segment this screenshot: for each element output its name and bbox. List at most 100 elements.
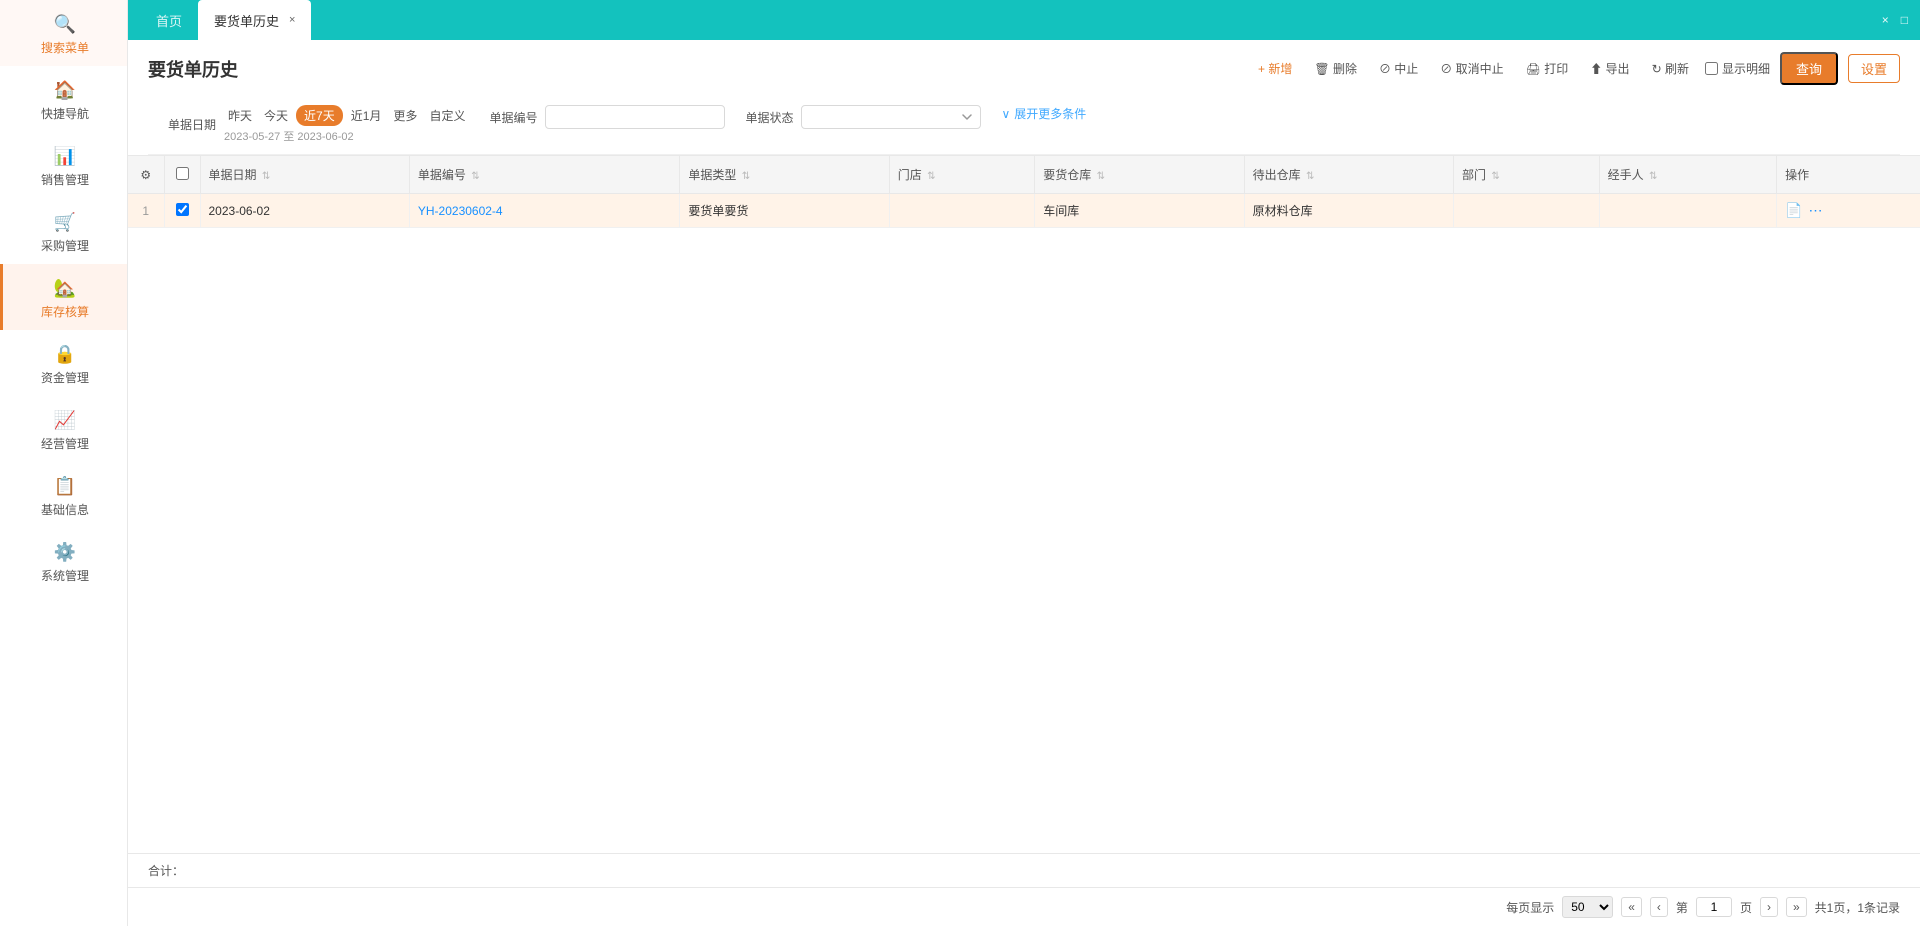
action-view-0[interactable]: 📄 <box>1785 202 1802 219</box>
th-bill-type: 单据类型 ⇅ <box>680 156 889 194</box>
page-header: 要货单历史 + 新增 🗑 删除 ⊘ 中止 ⊘ 取消中止 🖨 打印 ⬆ 导出 ↻ … <box>128 40 1920 156</box>
show-detail-label: 显示明细 <box>1722 60 1770 77</box>
bill-no-link-0[interactable]: YH-20230602-4 <box>418 204 503 218</box>
sidebar-icon-operation: 📈 <box>54 410 76 431</box>
first-page-btn[interactable]: « <box>1621 897 1642 917</box>
td-req-warehouse-0: 车间库 <box>1035 194 1244 228</box>
td-bill-no-0: YH-20230602-4 <box>409 194 679 228</box>
sidebar-icon-sales: 📊 <box>54 146 76 167</box>
sidebar-label-sales: 销售管理 <box>41 171 89 188</box>
data-table: ⚙ 单据日期 ⇅ 单据编号 ⇅ 单据类型 ⇅ <box>128 156 1920 228</box>
table-body: 1 2023-06-02 YH-20230602-4 要货单要货 车间库 原材料… <box>128 194 1920 228</box>
bill-no-input[interactable] <box>545 105 725 129</box>
table-container: ⚙ 单据日期 ⇅ 单据编号 ⇅ 单据类型 ⇅ <box>128 156 1920 853</box>
sidebar-item-quick-nav[interactable]: 🏠 快捷导航 <box>0 66 127 132</box>
table-row: 1 2023-06-02 YH-20230602-4 要货单要货 车间库 原材料… <box>128 194 1920 228</box>
cancel-stop-button[interactable]: ⊘ 取消中止 <box>1434 56 1509 81</box>
delete-button[interactable]: 🗑 删除 <box>1308 56 1363 81</box>
show-detail-checkbox-label[interactable]: 显示明细 <box>1705 60 1770 77</box>
row-checkbox-0[interactable] <box>176 203 189 216</box>
export-button[interactable]: ⬆ 导出 <box>1584 56 1635 81</box>
date-btn-more[interactable]: 更多 <box>389 105 421 126</box>
status-select[interactable] <box>801 105 981 129</box>
th-settings: ⚙ <box>128 156 164 194</box>
refresh-button[interactable]: ↻ 刷新 <box>1646 56 1695 81</box>
th-department: 部门 ⇅ <box>1454 156 1600 194</box>
page-size-select[interactable]: 102050100 <box>1562 896 1613 918</box>
sidebar-item-sales[interactable]: 📊 销售管理 <box>0 132 127 198</box>
td-bill-type-0: 要货单要货 <box>680 194 889 228</box>
sort-icon-pending-warehouse: ⇅ <box>1306 171 1314 182</box>
print-button[interactable]: 🖨 打印 <box>1520 56 1575 81</box>
th-handler-label: 经手人 <box>1608 168 1644 182</box>
page-suffix: 页 <box>1740 899 1752 916</box>
td-handler-0 <box>1599 194 1776 228</box>
date-btn-last7days[interactable]: 近7天 <box>296 105 343 126</box>
sidebar: 🔍 搜索菜单 🏠 快捷导航 📊 销售管理 🛒 采购管理 🏡 库存核算 🔒 资金管… <box>0 0 128 926</box>
th-bill-date-label: 单据日期 <box>209 168 257 182</box>
select-all-checkbox[interactable] <box>176 167 189 180</box>
sidebar-item-purchase[interactable]: 🛒 采购管理 <box>0 198 127 264</box>
sidebar-label-finance: 资金管理 <box>41 369 89 386</box>
th-store-label: 门店 <box>898 168 922 182</box>
content-area: 要货单历史 + 新增 🗑 删除 ⊘ 中止 ⊘ 取消中止 🖨 打印 ⬆ 导出 ↻ … <box>128 40 1920 926</box>
date-btn-today[interactable]: 今天 <box>260 105 292 126</box>
tab-requisition-history[interactable]: 要货单历史× <box>198 0 311 40</box>
tab-label-home: 首页 <box>156 11 182 30</box>
sidebar-label-inventory: 库存核算 <box>41 303 89 320</box>
stop-button[interactable]: ⊘ 中止 <box>1373 56 1424 81</box>
last-page-btn[interactable]: » <box>1786 897 1807 917</box>
sort-icon-req-warehouse: ⇅ <box>1097 171 1105 182</box>
sidebar-label-system: 系统管理 <box>41 567 89 584</box>
show-detail-checkbox[interactable] <box>1705 62 1718 75</box>
summary-label: 合计： <box>148 862 184 879</box>
settings-button[interactable]: 设置 <box>1848 54 1900 83</box>
query-button[interactable]: 查询 <box>1780 52 1838 85</box>
sidebar-item-finance[interactable]: 🔒 资金管理 <box>0 330 127 396</box>
sidebar-label-search-menu: 搜索菜单 <box>41 39 89 56</box>
sort-icon-handler: ⇅ <box>1649 171 1657 182</box>
sidebar-item-system[interactable]: ⚙️ 系统管理 <box>0 528 127 594</box>
expand-btn[interactable]: ∨ 展开更多条件 <box>1001 105 1086 122</box>
date-range-text: 2023-05-27 至 2023-06-02 <box>224 128 469 144</box>
th-req-warehouse-label: 要货仓库 <box>1043 168 1091 182</box>
th-pending-warehouse: 待出仓库 ⇅ <box>1244 156 1453 194</box>
sidebar-label-basic: 基础信息 <box>41 501 89 518</box>
th-req-warehouse: 要货仓库 ⇅ <box>1035 156 1244 194</box>
th-handler: 经手人 ⇅ <box>1599 156 1776 194</box>
prev-page-btn[interactable]: ‹ <box>1650 897 1668 917</box>
main-content: 首页要货单历史× × □ 要货单历史 + 新增 🗑 删除 ⊘ 中止 ⊘ 取消中止… <box>128 0 1920 926</box>
td-department-0 <box>1454 194 1600 228</box>
sidebar-item-operation[interactable]: 📈 经营管理 <box>0 396 127 462</box>
th-pending-warehouse-label: 待出仓库 <box>1253 168 1301 182</box>
topbar: 首页要货单历史× × □ <box>128 0 1920 40</box>
tab-close-requisition-history[interactable]: × <box>289 14 295 26</box>
next-page-btn[interactable]: › <box>1760 897 1778 917</box>
sort-icon-bill-date: ⇅ <box>262 171 270 182</box>
tab-home[interactable]: 首页 <box>140 0 198 40</box>
date-filter-group: 单据日期 昨天今天近7天近1月更多自定义 2023-05-27 至 2023-0… <box>168 105 469 144</box>
date-btn-custom[interactable]: 自定义 <box>425 105 469 126</box>
th-bill-date: 单据日期 ⇅ <box>200 156 409 194</box>
filter-row: 单据日期 昨天今天近7天近1月更多自定义 2023-05-27 至 2023-0… <box>148 95 1900 155</box>
window-close-btn[interactable]: × <box>1882 13 1889 27</box>
sidebar-label-purchase: 采购管理 <box>41 237 89 254</box>
th-bill-no: 单据编号 ⇅ <box>409 156 679 194</box>
sidebar-item-inventory[interactable]: 🏡 库存核算 <box>0 264 127 330</box>
date-btn-yesterday[interactable]: 昨天 <box>224 105 256 126</box>
sidebar-item-search-menu[interactable]: 🔍 搜索菜单 <box>0 0 127 66</box>
table-header-row: ⚙ 单据日期 ⇅ 单据编号 ⇅ 单据类型 ⇅ <box>128 156 1920 194</box>
sort-icon-store: ⇅ <box>927 171 935 182</box>
window-maximize-btn[interactable]: □ <box>1901 13 1908 27</box>
new-button[interactable]: + 新增 <box>1252 56 1298 81</box>
action-more-0[interactable]: ⋯ <box>1809 202 1823 219</box>
bill-no-filter-group: 单据编号 <box>489 105 725 129</box>
date-btn-last1month[interactable]: 近1月 <box>347 105 386 126</box>
th-checkbox <box>164 156 200 194</box>
page-title: 要货单历史 <box>148 56 238 82</box>
sidebar-label-operation: 经营管理 <box>41 435 89 452</box>
sidebar-item-basic[interactable]: 📋 基础信息 <box>0 462 127 528</box>
th-store: 门店 ⇅ <box>889 156 1035 194</box>
date-label: 单据日期 <box>168 116 216 133</box>
page-number-input[interactable] <box>1696 897 1732 917</box>
